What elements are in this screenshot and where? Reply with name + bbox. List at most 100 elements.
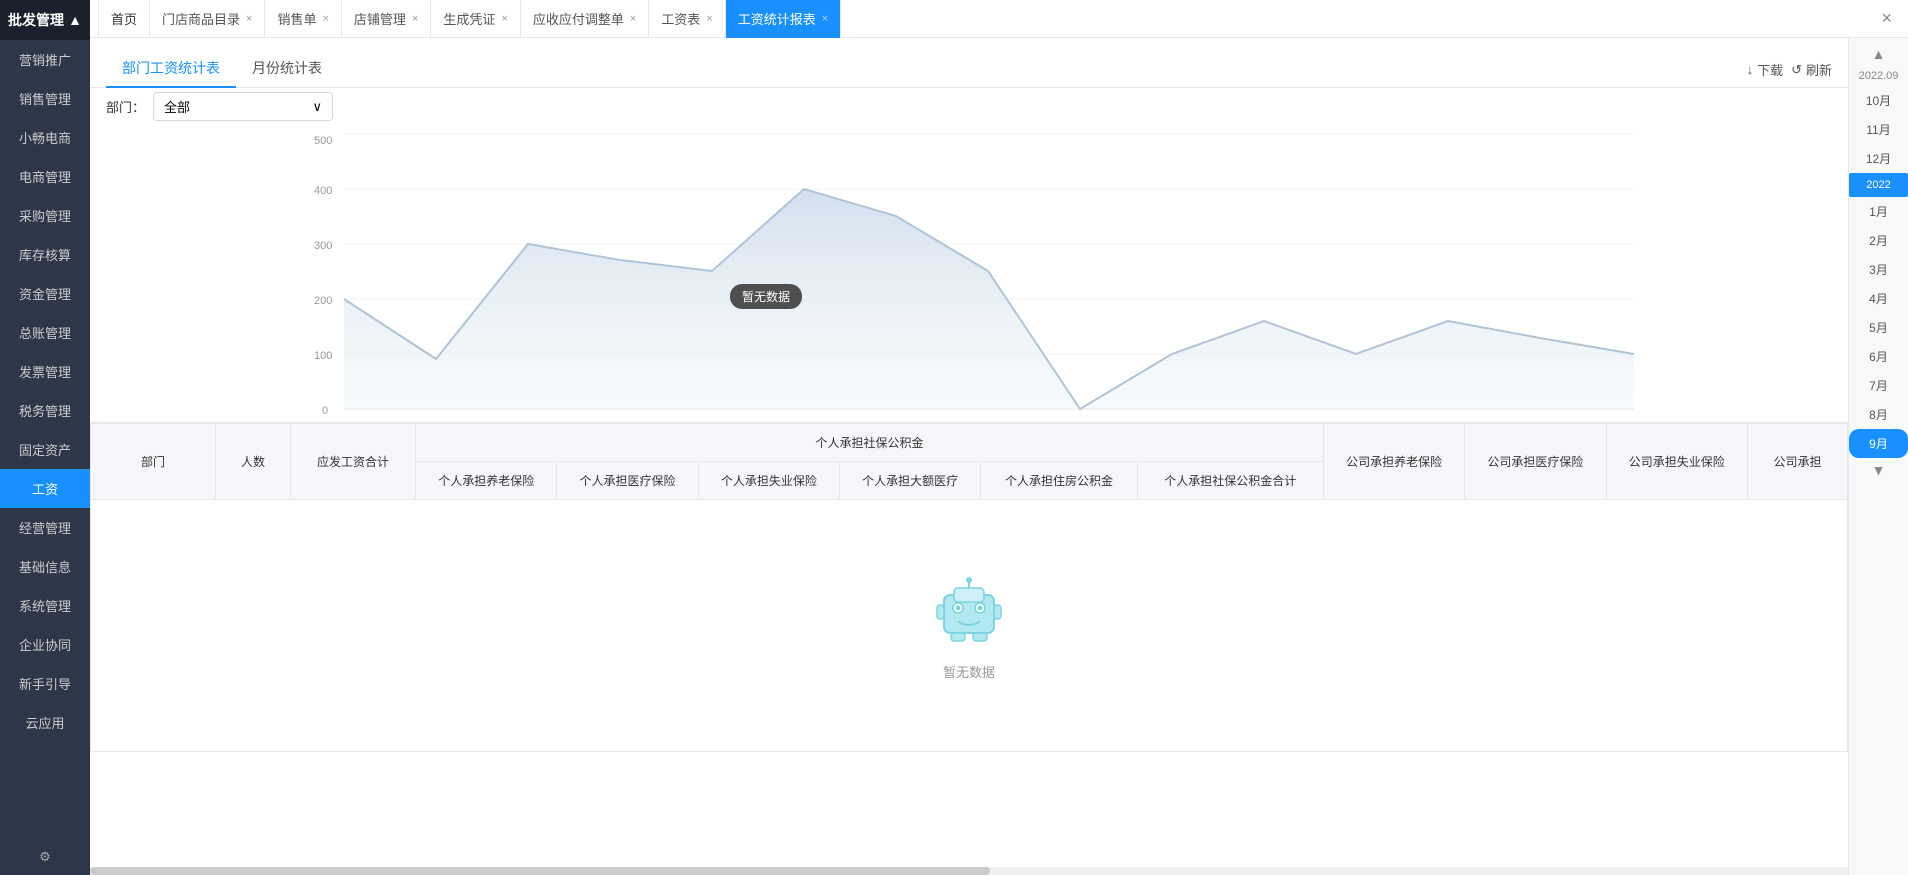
month-2[interactable]: 2月 xyxy=(1849,226,1908,255)
year-2022-label: 2022.09 xyxy=(1859,66,1899,86)
empty-state: 暂无数据 xyxy=(99,510,1839,741)
tabbar-close-all[interactable]: × xyxy=(1873,8,1900,29)
tab-close-payroll[interactable]: × xyxy=(706,13,712,25)
tab-ar-ap[interactable]: 应收应付调整单 × xyxy=(521,0,649,38)
month-9[interactable]: 9月 xyxy=(1849,429,1908,458)
th-personal-group: 个人承担社保公积金 xyxy=(416,424,1324,462)
sidebar-item-jichu[interactable]: 基础信息 xyxy=(0,547,90,586)
sidebar-item-xiaoshou[interactable]: 销售管理 xyxy=(0,79,90,118)
sidebar-item-caigou[interactable]: 采购管理 xyxy=(0,196,90,235)
dept-filter-select[interactable]: 全部 ∨ xyxy=(153,92,333,121)
download-button[interactable]: ↓ 下载 xyxy=(1747,60,1784,79)
chart-svg: 0 100 200 300 400 500 xyxy=(106,129,1832,419)
refresh-button[interactable]: ↺ 刷新 xyxy=(1791,60,1832,79)
th-company-pension: 公司承担养老保险 xyxy=(1323,424,1464,500)
right-panel: ▲ 2022.09 10月 11月 12月 2022 1月 2月 3月 4月 5… xyxy=(1848,38,1908,875)
th-total-wage: 应发工资合计 xyxy=(291,424,416,500)
filter-row: 部门： 全部 ∨ xyxy=(90,88,1848,129)
tab-close-store-catalog[interactable]: × xyxy=(246,13,252,25)
tab-close-sales-order[interactable]: × xyxy=(322,13,328,25)
th-personal-housing-fund: 个人承担住房公积金 xyxy=(981,462,1137,500)
sidebar-item-xiaochangdianshang[interactable]: 小畅电商 xyxy=(0,118,90,157)
tab-home[interactable]: 首页 xyxy=(98,0,150,38)
sidebar-item-yunyingyong[interactable]: 云应用 xyxy=(0,703,90,742)
tab-voucher[interactable]: 生成凭证 × xyxy=(431,0,520,38)
main-area: 首页 门店商品目录 × 销售单 × 店铺管理 × 生成凭证 × 应收应付调整单 … xyxy=(90,0,1908,875)
sidebar-item-kucun[interactable]: 库存核算 xyxy=(0,235,90,274)
month-6[interactable]: 6月 xyxy=(1849,342,1908,371)
month-2022-10[interactable]: 10月 xyxy=(1849,86,1908,115)
data-table: 部门 人数 应发工资合计 个人承担社保公积金 公司承担养老保险 公司承担医疗保险… xyxy=(90,423,1848,752)
svg-text:100: 100 xyxy=(314,350,332,362)
tab-sales-order[interactable]: 销售单 × xyxy=(265,0,341,38)
year-2023-label[interactable]: 2022 xyxy=(1849,173,1908,197)
tab-close-ar-ap[interactable]: × xyxy=(630,13,636,25)
th-personal-pension: 个人承担养老保险 xyxy=(416,462,557,500)
month-7[interactable]: 7月 xyxy=(1849,371,1908,400)
sidebar-item-shuiwu[interactable]: 税务管理 xyxy=(0,391,90,430)
down-arrow[interactable]: ▼ xyxy=(1872,458,1886,482)
h-scrollbar[interactable] xyxy=(90,867,1848,875)
tab-close-payroll-report[interactable]: × xyxy=(822,13,828,25)
tab-store-catalog[interactable]: 门店商品目录 × xyxy=(150,0,265,38)
th-personal-total: 个人承担社保公积金合计 xyxy=(1137,462,1323,500)
th-company-unemployment: 公司承担失业保险 xyxy=(1606,424,1747,500)
empty-icon xyxy=(929,570,1009,650)
th-personal-major-medical: 个人承担大额医疗 xyxy=(840,462,981,500)
month-2022-11[interactable]: 11月 xyxy=(1849,115,1908,144)
sidebar: 批发管理 ▲ 营销推广 销售管理 小畅电商 电商管理 采购管理 库存核算 资金管… xyxy=(0,0,90,875)
sidebar-item-gongzi[interactable]: 工资 xyxy=(0,469,90,508)
svg-text:500: 500 xyxy=(314,135,332,147)
sidebar-item-xinshou[interactable]: 新手引导 xyxy=(0,664,90,703)
tab-payroll-report[interactable]: 工资统计报表 × xyxy=(726,0,841,38)
sidebar-collapse-icon[interactable]: ▲ xyxy=(68,12,82,28)
sub-tab-month[interactable]: 月份统计表 xyxy=(236,50,338,88)
gear-icon: ⚙ xyxy=(39,849,51,864)
empty-state-cell: 暂无数据 xyxy=(91,500,1848,752)
month-2022-12[interactable]: 12月 xyxy=(1849,144,1908,173)
sidebar-item-jingyingguan[interactable]: 经营管理 xyxy=(0,508,90,547)
svg-text:0: 0 xyxy=(322,405,328,417)
sidebar-item-fapiao[interactable]: 发票管理 xyxy=(0,352,90,391)
refresh-icon: ↺ xyxy=(1791,62,1802,78)
tab-close-store-mgmt[interactable]: × xyxy=(412,13,418,25)
download-icon: ↓ xyxy=(1747,62,1754,77)
sub-tabs: 部门工资统计表 月份统计表 xyxy=(106,38,338,87)
toolbar: ↓ 下载 ↺ 刷新 xyxy=(1747,52,1832,87)
svg-text:400: 400 xyxy=(314,185,332,197)
tab-close-voucher[interactable]: × xyxy=(501,13,507,25)
month-4[interactable]: 4月 xyxy=(1849,284,1908,313)
table-area[interactable]: 部门 人数 应发工资合计 个人承担社保公积金 公司承担养老保险 公司承担医疗保险… xyxy=(90,422,1848,867)
sidebar-footer-settings[interactable]: ⚙ xyxy=(0,839,90,875)
chart-area: 0 100 200 300 400 500 xyxy=(90,129,1848,422)
sidebar-item-xitong[interactable]: 系统管理 xyxy=(0,586,90,625)
sidebar-item-qiye[interactable]: 企业协同 xyxy=(0,625,90,664)
left-panel: 部门工资统计表 月份统计表 ↓ 下载 ↺ 刷新 xyxy=(90,38,1848,875)
svg-text:200: 200 xyxy=(314,295,332,307)
th-personal-medical: 个人承担医疗保险 xyxy=(557,462,698,500)
sidebar-item-dianshangguan[interactable]: 电商管理 xyxy=(0,157,90,196)
th-personal-unemployment: 个人承担失业保险 xyxy=(698,462,839,500)
tab-store-mgmt[interactable]: 店铺管理 × xyxy=(342,0,431,38)
h-scrollbar-thumb[interactable] xyxy=(90,867,990,875)
th-company-other: 公司承担 xyxy=(1747,424,1847,500)
sidebar-item-zijin[interactable]: 资金管理 xyxy=(0,274,90,313)
sidebar-item-gudingzichan[interactable]: 固定资产 xyxy=(0,430,90,469)
content-area: 部门工资统计表 月份统计表 ↓ 下载 ↺ 刷新 xyxy=(90,38,1908,875)
sidebar-header[interactable]: 批发管理 ▲ xyxy=(0,0,90,40)
th-headcount: 人数 xyxy=(216,424,291,500)
tabbar: 首页 门店商品目录 × 销售单 × 店铺管理 × 生成凭证 × 应收应付调整单 … xyxy=(90,0,1908,38)
dept-filter-label: 部门： xyxy=(106,97,145,116)
month-5[interactable]: 5月 xyxy=(1849,313,1908,342)
sidebar-item-yingxiao[interactable]: 营销推广 xyxy=(0,40,90,79)
sidebar-title: 批发管理 xyxy=(8,10,64,30)
month-8[interactable]: 8月 xyxy=(1849,400,1908,429)
month-3[interactable]: 3月 xyxy=(1849,255,1908,284)
sidebar-item-zongzhang[interactable]: 总账管理 xyxy=(0,313,90,352)
month-1[interactable]: 1月 xyxy=(1849,197,1908,226)
chevron-down-icon: ∨ xyxy=(313,99,323,115)
empty-text: 暂无数据 xyxy=(943,662,995,681)
sub-tab-dept[interactable]: 部门工资统计表 xyxy=(106,50,236,88)
up-arrow[interactable]: ▲ xyxy=(1872,42,1886,66)
tab-payroll[interactable]: 工资表 × xyxy=(649,0,725,38)
